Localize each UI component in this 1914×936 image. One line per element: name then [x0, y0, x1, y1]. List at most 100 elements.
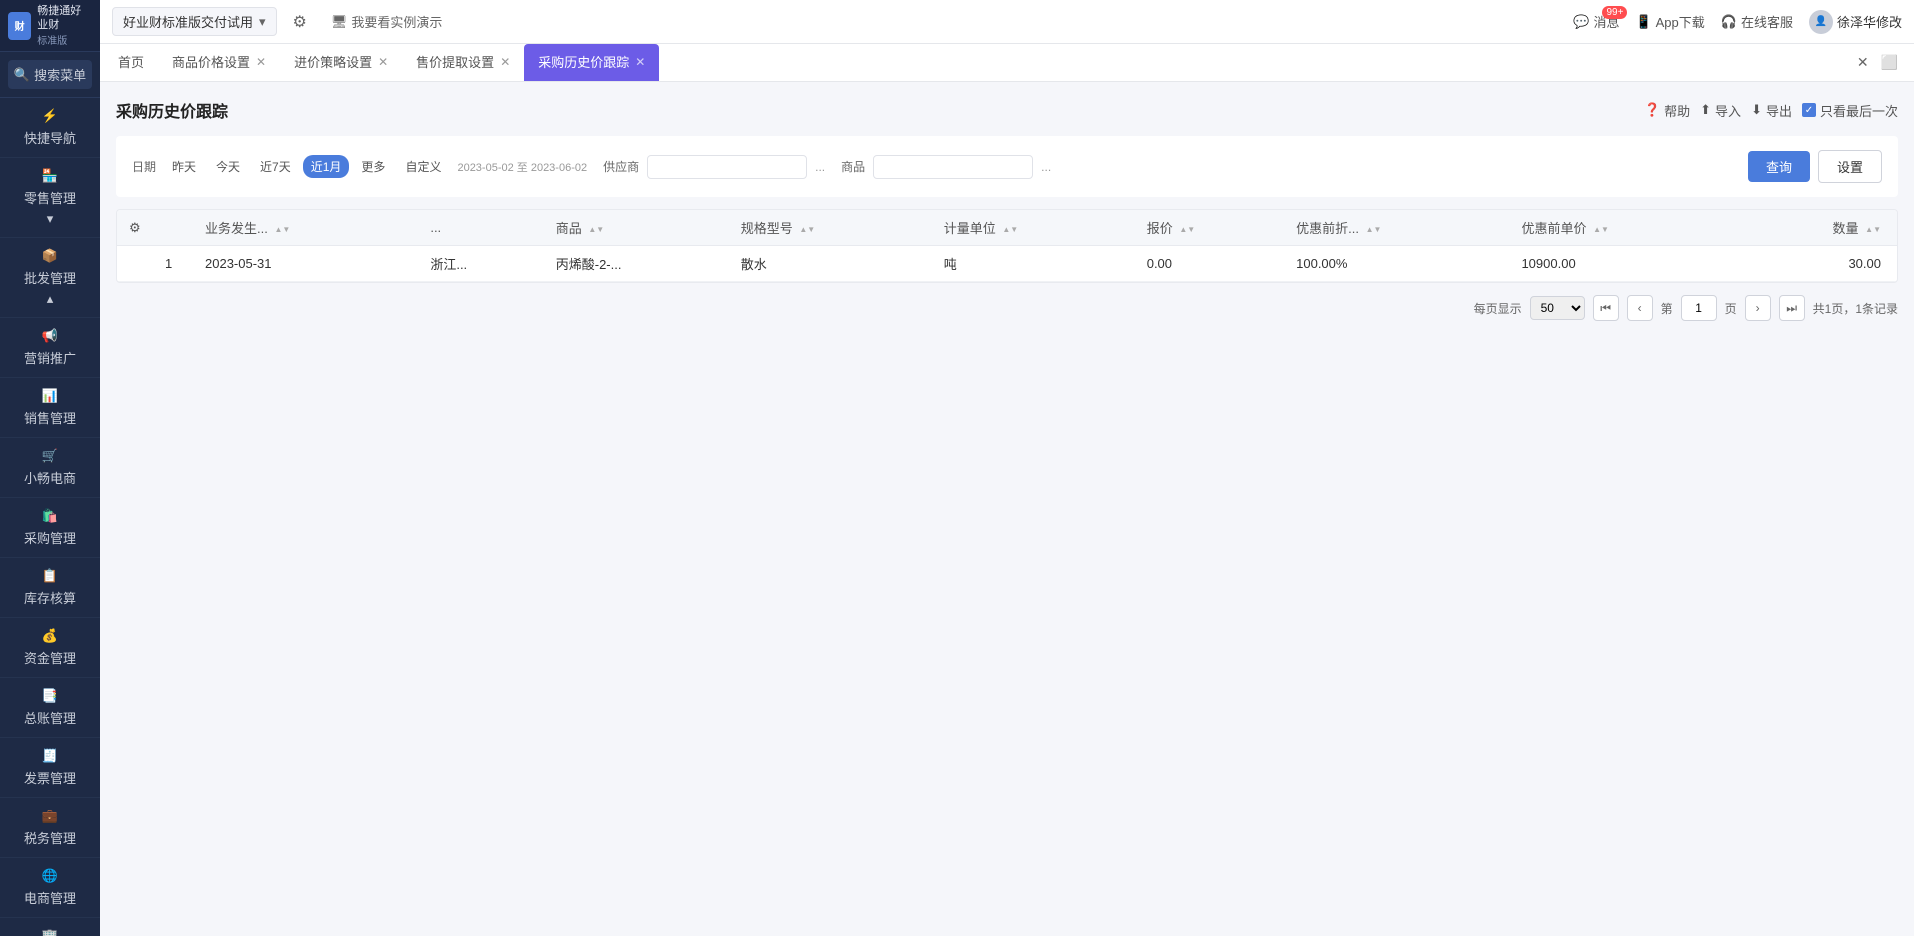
tab-purchase-history-close[interactable]: ✕: [635, 55, 645, 69]
sidebar-item-invoice[interactable]: 🧾 发票管理: [0, 738, 100, 798]
col-header-quantity[interactable]: 数量 ▲▼: [1739, 210, 1897, 246]
col-quantity-label: 数量: [1833, 221, 1859, 236]
col-header-goods[interactable]: 商品 ▲▼: [544, 210, 729, 246]
col-header-more[interactable]: ...: [418, 210, 543, 246]
date-opt-1month[interactable]: 近1月: [303, 155, 350, 178]
sidebar-item-ecommerce-small[interactable]: 🛒 小畅电商: [0, 438, 100, 498]
online-service-label: 在线客服: [1741, 12, 1793, 31]
date-opt-more[interactable]: 更多: [353, 155, 393, 178]
ledger-label: 总账管理: [24, 708, 76, 727]
tab-purchase-strategy[interactable]: 进价策略设置 ✕: [280, 44, 402, 81]
per-page-label: 每页显示: [1474, 300, 1522, 317]
ecommerce-small-label: 小畅电商: [24, 468, 76, 487]
header-settings-button[interactable]: ⚙: [289, 8, 311, 36]
date-opt-today[interactable]: 今天: [208, 155, 248, 178]
import-button[interactable]: ⬆ 导入: [1700, 101, 1741, 120]
tab-expand-button[interactable]: ⬜: [1877, 50, 1902, 75]
tax-icon: 💼: [42, 808, 58, 824]
col-header-settings[interactable]: ⚙: [117, 210, 153, 246]
sidebar-item-ecommerce[interactable]: 🌐 电商管理: [0, 858, 100, 918]
col-header-pre-discount-price[interactable]: 优惠前单价 ▲▼: [1509, 210, 1739, 246]
col-spec-label: 规格型号: [741, 221, 793, 236]
purchase-label: 采购管理: [24, 528, 76, 547]
sidebar-item-finance[interactable]: 💰 资金管理: [0, 618, 100, 678]
messages-button[interactable]: 💬 消息 99+: [1573, 12, 1619, 31]
edition-selector[interactable]: 好业财标准版交付试用 ▾: [112, 7, 277, 36]
sidebar-item-inventory[interactable]: 📋 库存核算: [0, 558, 100, 618]
sidebar-item-tax[interactable]: 💼 税务管理: [0, 798, 100, 858]
col-header-date[interactable]: 业务发生... ▲▼: [193, 210, 418, 246]
col-header-discount[interactable]: 优惠前折... ▲▼: [1284, 210, 1509, 246]
tab-price-settings[interactable]: 商品价格设置 ✕: [158, 44, 280, 81]
first-page-button[interactable]: ⏮: [1593, 295, 1619, 321]
tab-sale-price-close[interactable]: ✕: [500, 55, 510, 69]
last-page-button[interactable]: ⏭: [1779, 295, 1805, 321]
headset-icon: 🎧: [1721, 14, 1737, 30]
col-header-price[interactable]: 报价 ▲▼: [1135, 210, 1284, 246]
search-menu-button[interactable]: 🔍 搜索菜单: [8, 60, 92, 89]
only-last-checkbox[interactable]: ✓ 只看最后一次: [1802, 101, 1898, 120]
date-opt-custom[interactable]: 自定义: [397, 155, 449, 178]
goods-more[interactable]: ...: [1041, 160, 1051, 174]
sidebar-item-assets[interactable]: 🏢 固定资产: [0, 918, 100, 936]
logo-name: 畅捷通好业财: [37, 4, 92, 33]
nav-icon: ⚡: [42, 108, 58, 124]
per-page-select[interactable]: 50 10 20 100: [1530, 296, 1585, 320]
tab-purchase-strategy-close[interactable]: ✕: [378, 55, 388, 69]
marketing-icon: 📢: [42, 328, 58, 344]
header-right: 💬 消息 99+ 📱 App下载 🎧 在线客服 👤 徐泽华修改: [1573, 10, 1902, 34]
tab-price-settings-label: 商品价格设置: [172, 52, 250, 71]
assets-icon: 🏢: [42, 928, 58, 936]
purchase-icon: 🛍️: [42, 508, 58, 524]
retail-label: 零售管理: [24, 188, 76, 207]
next-page-button[interactable]: ›: [1745, 295, 1771, 321]
demo-button[interactable]: 🖥 我要看实例演示: [323, 8, 451, 35]
user-info[interactable]: 👤 徐泽华修改: [1809, 10, 1902, 34]
sidebar-item-sales[interactable]: 📊 销售管理: [0, 378, 100, 438]
tab-price-settings-close[interactable]: ✕: [256, 55, 266, 69]
table-settings-icon[interactable]: ⚙: [129, 220, 141, 235]
tab-purchase-history[interactable]: 采购历史价跟踪 ✕: [524, 44, 659, 81]
help-button[interactable]: ❓ 帮助: [1644, 101, 1690, 120]
demo-label: 我要看实例演示: [351, 12, 442, 31]
tab-home[interactable]: 首页: [104, 44, 158, 81]
date-opt-7days[interactable]: 近7天: [252, 155, 299, 178]
sidebar-item-purchase[interactable]: 🛍️ 采购管理: [0, 498, 100, 558]
supplier-more[interactable]: ...: [815, 160, 825, 174]
inventory-label: 库存核算: [24, 588, 76, 607]
goods-input[interactable]: [873, 155, 1033, 179]
wholesale-label: 批发管理: [24, 268, 76, 287]
col-unit-sort: ▲▼: [1002, 226, 1018, 234]
col-header-spec[interactable]: 规格型号 ▲▼: [729, 210, 932, 246]
tab-sale-price[interactable]: 售价提取设置 ✕: [402, 44, 524, 81]
sidebar-item-retail[interactable]: 🏪 零售管理 ▾: [0, 158, 100, 238]
online-service-button[interactable]: 🎧 在线客服: [1721, 12, 1793, 31]
filter-actions: 查询 设置: [1748, 150, 1882, 183]
date-opt-yesterday[interactable]: 昨天: [164, 155, 204, 178]
messages-badge: 99+: [1602, 6, 1627, 19]
sidebar-nav-shortcut[interactable]: ⚡ 快捷导航: [0, 98, 100, 158]
pagination-bar: 每页显示 50 10 20 100 ⏮ ‹ 第 页 › ⏭ 共1页，1条记录: [116, 283, 1898, 325]
row-pre-discount-price-cell: 10900.00: [1509, 246, 1739, 282]
tab-sale-price-label: 售价提取设置: [416, 52, 494, 71]
row-discount-cell: 100.00%: [1284, 246, 1509, 282]
sidebar-item-marketing[interactable]: 📢 营销推广: [0, 318, 100, 378]
col-header-num: [153, 210, 193, 246]
tabs-bar: 首页 商品价格设置 ✕ 进价策略设置 ✕ 售价提取设置 ✕ 采购历史价跟踪 ✕ …: [100, 44, 1914, 82]
tab-close-button[interactable]: ✕: [1853, 50, 1873, 75]
search-menu-label: 搜索菜单: [34, 65, 86, 84]
sidebar-item-ledger[interactable]: 📑 总账管理: [0, 678, 100, 738]
data-table: ⚙ 业务发生... ▲▼ ... 商品 ▲▼: [117, 210, 1897, 282]
supplier-input[interactable]: [647, 155, 807, 179]
sidebar-item-wholesale[interactable]: 📦 批发管理 ▴: [0, 238, 100, 318]
app-download-label: App下载: [1656, 12, 1705, 31]
filter-settings-button[interactable]: 设置: [1818, 150, 1882, 183]
app-download-button[interactable]: 📱 App下载: [1635, 12, 1704, 31]
row-date-cell: 2023-05-31: [193, 246, 418, 282]
edition-arrow-icon: ▾: [259, 14, 266, 30]
page-input[interactable]: [1681, 295, 1717, 321]
export-button[interactable]: ⬇ 导出: [1751, 101, 1792, 120]
prev-page-button[interactable]: ‹: [1627, 295, 1653, 321]
query-button[interactable]: 查询: [1748, 151, 1810, 182]
col-header-unit[interactable]: 计量单位 ▲▼: [932, 210, 1135, 246]
